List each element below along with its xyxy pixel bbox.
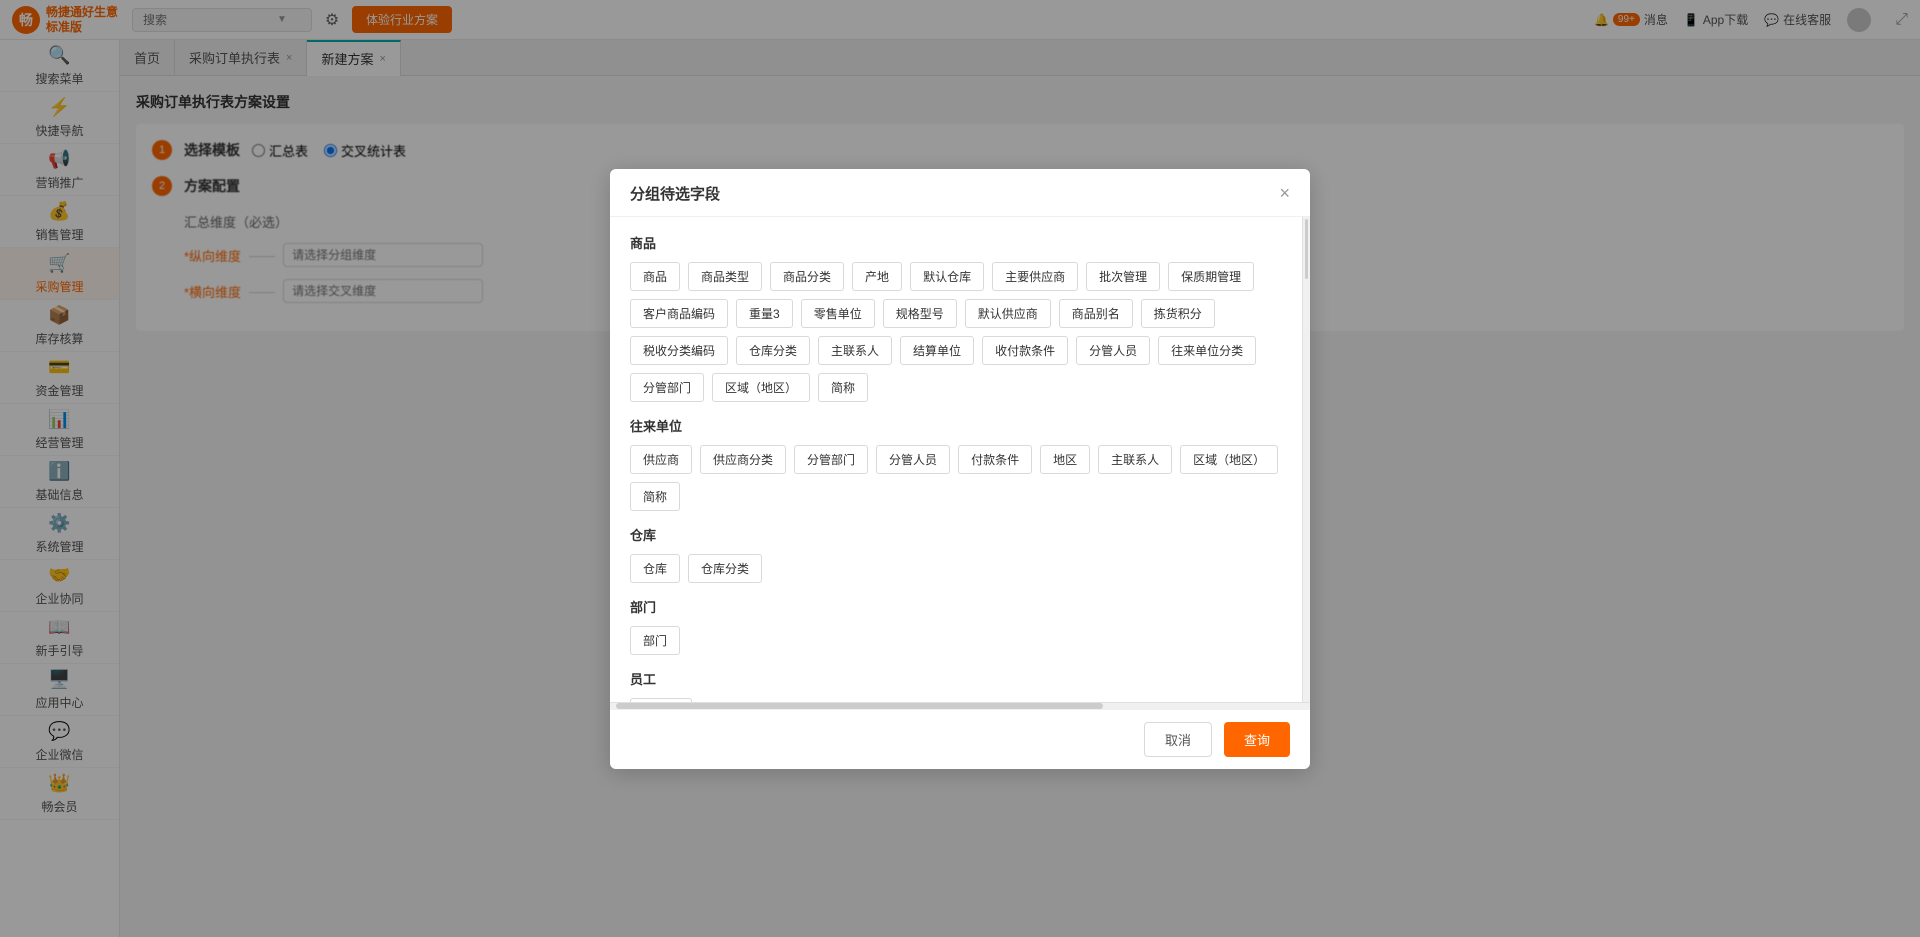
scrollbar-thumb — [1305, 219, 1308, 279]
field-tag-goods-12[interactable]: 默认供应商 — [965, 299, 1051, 328]
field-tag-goods-0[interactable]: 商品 — [630, 262, 680, 291]
field-tag-goods-4[interactable]: 默认仓库 — [910, 262, 984, 291]
field-tag-goods-18[interactable]: 结算单位 — [900, 336, 974, 365]
field-tag-goods-9[interactable]: 重量3 — [736, 299, 793, 328]
field-tag-dept-0[interactable]: 部门 — [630, 626, 680, 655]
field-tag-partner-5[interactable]: 地区 — [1040, 445, 1090, 474]
field-tag-warehouse-0[interactable]: 仓库 — [630, 554, 680, 583]
modal-body[interactable]: 商品 商品 商品类型 商品分类 产地 默认仓库 主要供应商 批次管理 保质期管理… — [610, 217, 1302, 702]
field-tag-goods-8[interactable]: 客户商品编码 — [630, 299, 728, 328]
field-tag-goods-21[interactable]: 往来单位分类 — [1158, 336, 1256, 365]
field-tag-goods-6[interactable]: 批次管理 — [1086, 262, 1160, 291]
fields-grid-warehouse: 仓库 仓库分类 — [630, 554, 1282, 583]
field-tag-goods-10[interactable]: 零售单位 — [801, 299, 875, 328]
section-title-dept: 部门 — [630, 597, 1282, 616]
field-tag-partner-1[interactable]: 供应商分类 — [700, 445, 786, 474]
section-title-goods: 商品 — [630, 233, 1282, 252]
field-tag-partner-6[interactable]: 主联系人 — [1098, 445, 1172, 474]
field-tag-goods-5[interactable]: 主要供应商 — [992, 262, 1078, 291]
field-tag-goods-15[interactable]: 税收分类编码 — [630, 336, 728, 365]
modal-close-button[interactable]: × — [1279, 183, 1290, 204]
field-tag-goods-17[interactable]: 主联系人 — [818, 336, 892, 365]
confirm-button[interactable]: 查询 — [1224, 722, 1290, 757]
cancel-button[interactable]: 取消 — [1144, 722, 1212, 757]
field-tag-goods-16[interactable]: 仓库分类 — [736, 336, 810, 365]
modal-footer: 取消 查询 — [610, 709, 1310, 769]
field-tag-goods-19[interactable]: 收付款条件 — [982, 336, 1068, 365]
modal-header: 分组待选字段 × — [610, 169, 1310, 217]
field-tag-partner-0[interactable]: 供应商 — [630, 445, 692, 474]
field-tag-goods-2[interactable]: 商品分类 — [770, 262, 844, 291]
field-tag-warehouse-1[interactable]: 仓库分类 — [688, 554, 762, 583]
modal-bottom-scrollbar[interactable] — [610, 702, 1310, 709]
field-tag-goods-23[interactable]: 区域（地区） — [712, 373, 810, 402]
section-title-partner: 往来单位 — [630, 416, 1282, 435]
field-tag-goods-22[interactable]: 分管部门 — [630, 373, 704, 402]
fields-grid-partner: 供应商 供应商分类 分管部门 分管人员 付款条件 地区 主联系人 区域（地区） … — [630, 445, 1282, 511]
field-tag-goods-7[interactable]: 保质期管理 — [1168, 262, 1254, 291]
field-tag-goods-14[interactable]: 拣货积分 — [1141, 299, 1215, 328]
field-selection-modal: 分组待选字段 × 商品 商品 商品类型 商品分类 产地 默认仓库 主要供应商 批… — [610, 169, 1310, 769]
field-tag-goods-24[interactable]: 简称 — [818, 373, 868, 402]
field-tag-goods-11[interactable]: 规格型号 — [883, 299, 957, 328]
section-title-staff: 员工 — [630, 669, 1282, 688]
field-tag-partner-7[interactable]: 区域（地区） — [1180, 445, 1278, 474]
field-tag-goods-1[interactable]: 商品类型 — [688, 262, 762, 291]
fields-grid-goods: 商品 商品类型 商品分类 产地 默认仓库 主要供应商 批次管理 保质期管理 客户… — [630, 262, 1282, 402]
field-tag-partner-8[interactable]: 简称 — [630, 482, 680, 511]
field-tag-goods-20[interactable]: 分管人员 — [1076, 336, 1150, 365]
field-tag-partner-2[interactable]: 分管部门 — [794, 445, 868, 474]
modal-title: 分组待选字段 — [630, 183, 720, 204]
section-title-warehouse: 仓库 — [630, 525, 1282, 544]
field-tag-goods-13[interactable]: 商品别名 — [1059, 299, 1133, 328]
field-tag-partner-4[interactable]: 付款条件 — [958, 445, 1032, 474]
field-tag-partner-3[interactable]: 分管人员 — [876, 445, 950, 474]
modal-right-scrollbar[interactable] — [1302, 217, 1310, 702]
fields-grid-dept: 部门 — [630, 626, 1282, 655]
modal-inner: 商品 商品 商品类型 商品分类 产地 默认仓库 主要供应商 批次管理 保质期管理… — [610, 217, 1310, 702]
modal-overlay: 分组待选字段 × 商品 商品 商品类型 商品分类 产地 默认仓库 主要供应商 批… — [0, 0, 1920, 937]
field-tag-goods-3[interactable]: 产地 — [852, 262, 902, 291]
